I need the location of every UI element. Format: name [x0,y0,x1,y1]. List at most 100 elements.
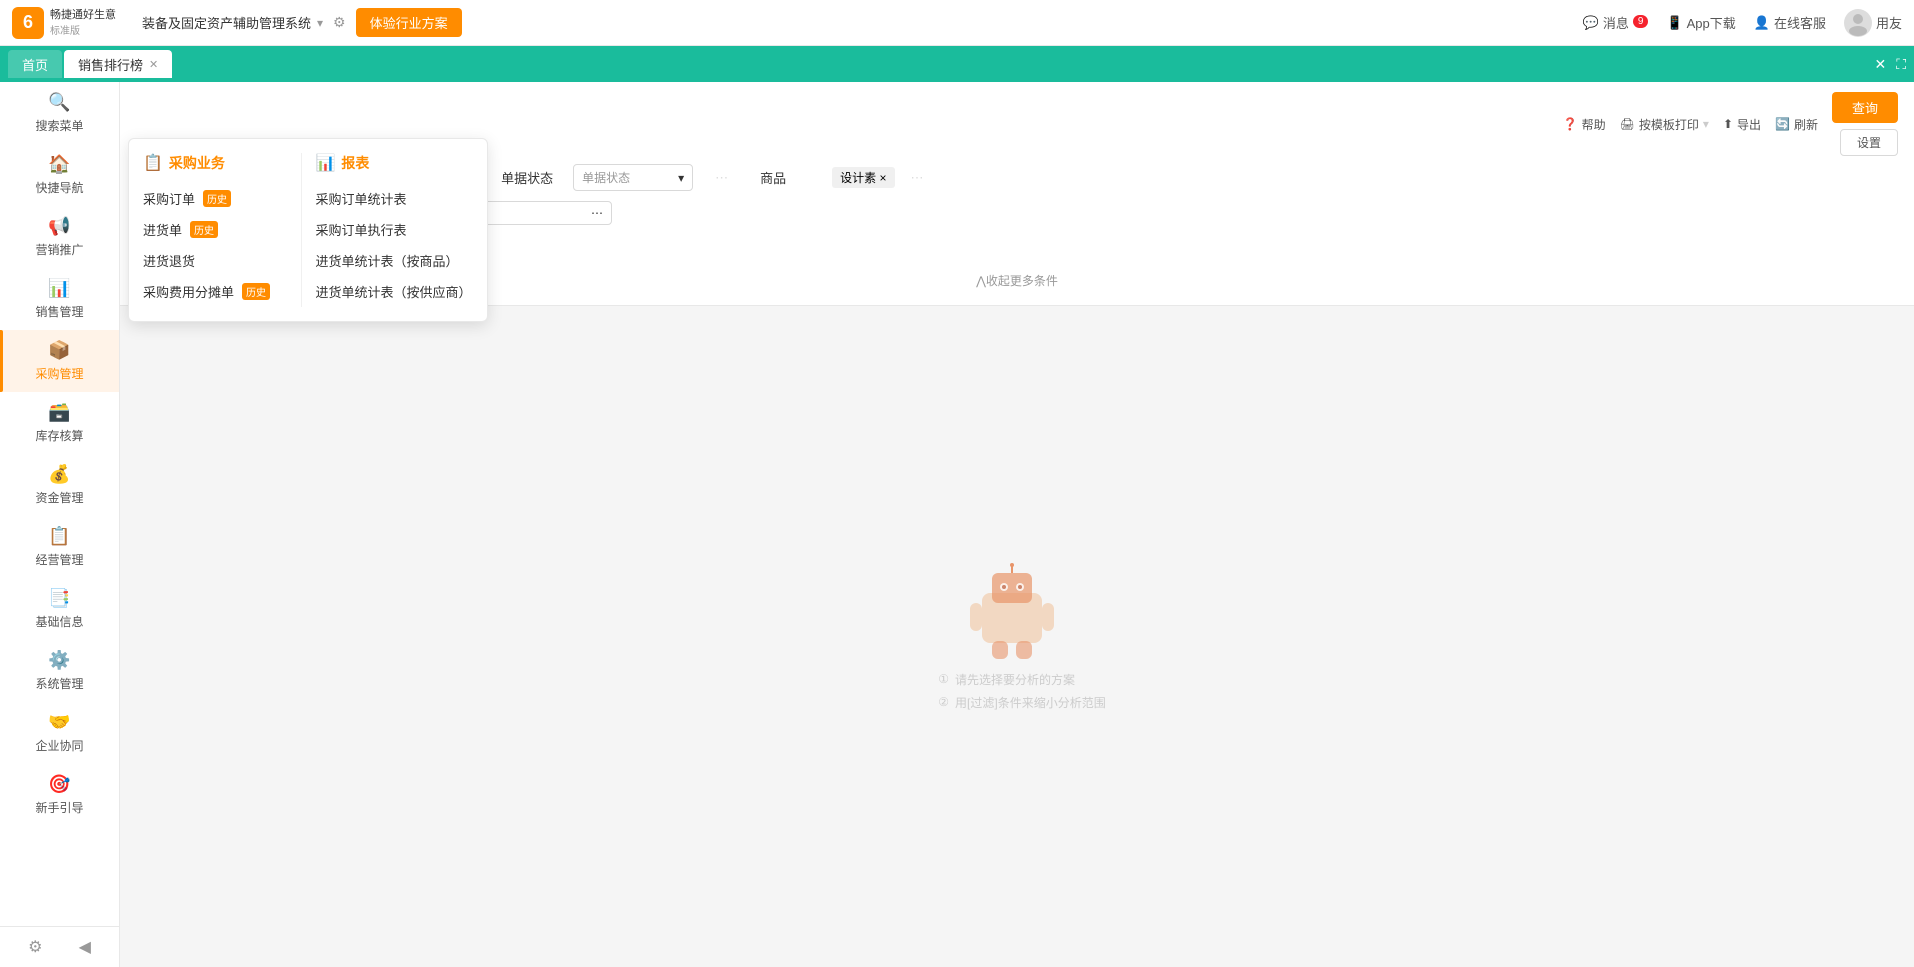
tab-sales-ranking[interactable]: 销售排行榜 ✕ [64,50,172,78]
dropdown-item-receipt-stat-product[interactable]: 进货单统计表（按商品） [316,245,474,276]
app-icon: 📱 [1666,15,1682,31]
notification-label: 消息 [1603,13,1629,32]
help-icon: ❓ [1563,117,1578,131]
service-icon: 👤 [1754,15,1770,31]
goods-tag-text: 设计素 × [840,169,886,186]
system-title-arrow[interactable]: ▾ [317,16,323,30]
doc-status-arrow: ▾ [678,171,684,185]
tab-expand-icon[interactable]: ⛶ [1896,56,1906,73]
goods-tag: 设计素 × [832,167,894,188]
sidebar-item-quick-nav[interactable]: 🏠 快捷导航 [0,144,119,206]
sidebar-item-system-mgmt[interactable]: ⚙️ 系统管理 [0,640,119,702]
notification-icon: 💬 [1583,15,1599,31]
empty-state: ① 请先选择要分析的方案 ② 用[过滤]条件来缩小分析范围 [120,306,1914,967]
dropdown-item-purchase-expense[interactable]: 采购费用分摊单 历史 [143,276,301,307]
online-service-item[interactable]: 👤 在线客服 [1754,13,1826,32]
dropdown-col-reports: 📊 报表 采购订单统计表 采购订单执行表 进货单统计表（按商品） 进货单统计表（… [301,153,474,307]
sidebar-bottom: ⚙ ◀ [0,926,119,967]
collapse-icon: ⋀ [976,274,986,288]
avatar [1844,9,1872,37]
refresh-label: 刷新 [1794,116,1818,133]
dropdown-item-receipt[interactable]: 进货单 历史 [143,214,301,245]
sidebar-item-basic-info[interactable]: 📑 基础信息 [0,578,119,640]
industry-btn[interactable]: 体验行业方案 [356,8,462,37]
dropdown-item-receipt-stat-supplier[interactable]: 进货单统计表（按供应商） [316,276,474,307]
app-download-item[interactable]: 📱 App下载 [1666,13,1735,32]
inventory-check-icon: 🗃️ [48,402,70,423]
receipt-label: 进货单 [143,220,182,239]
tab-sales-ranking-close[interactable]: ✕ [149,58,158,71]
set-btn[interactable]: 设置 [1840,129,1898,156]
operations-mgmt-label: 经营管理 [35,551,83,568]
search-menu-label: 搜索菜单 [35,117,83,134]
sidebar-item-fund-mgmt[interactable]: 💰 资金管理 [0,454,119,516]
sidebar: 🔍 搜索菜单 🏠 快捷导航 📢 营销推广 📊 销售管理 📦 采购管理 🗃️ 库存… [0,82,120,967]
tab-close-icon[interactable]: ✕ [1874,56,1886,73]
help-btn[interactable]: ❓ 帮助 [1563,116,1606,133]
logo-text-block: 畅捷通好生意 标准版 [50,8,116,37]
beginner-guide-icon: 🎯 [48,774,70,795]
purchase-expense-label: 采购费用分摊单 [143,282,234,301]
dropdown-item-purchase-order-stat[interactable]: 采购订单统计表 [316,183,474,214]
tab-home[interactable]: 首页 [8,50,62,78]
tab-bar: 首页 销售排行榜 ✕ ✕ ⛶ [0,46,1914,82]
dropdown-col-purchase: 📋 采购业务 采购订单 历史 进货单 历史 进货退货 采购费用分摊单 历史 [143,153,301,307]
fund-mgmt-label: 资金管理 [35,489,83,506]
tab-close-all: ✕ ⛶ [1874,56,1906,73]
empty-illustration [957,563,1077,663]
print-label: 按模板打印 [1639,116,1699,133]
purchase-order-exec-label: 采购订单执行表 [316,220,407,239]
system-settings-icon[interactable]: ⚙ [333,14,346,31]
empty-hint-2: ② 用[过滤]条件来缩小分析范围 [938,694,1105,711]
print-arrow: ▾ [1703,117,1709,131]
main-layout: 🔍 搜索菜单 🏠 快捷导航 📢 营销推广 📊 销售管理 📦 采购管理 🗃️ 库存… [0,82,1914,967]
logo-area: 6 畅捷通好生意 标准版 [12,7,132,39]
print-btn[interactable]: 🖨 按模板打印 ▾ [1620,116,1709,133]
query-btn[interactable]: 查询 [1832,92,1898,123]
tab-sales-ranking-label: 销售排行榜 [78,55,143,74]
sidebar-item-sales-mgmt[interactable]: 📊 销售管理 [0,268,119,330]
app-download-label: App下载 [1687,13,1736,32]
dropdown-menu: 📋 采购业务 采购订单 历史 进货单 历史 进货退货 采购费用分摊单 历史 [128,138,488,322]
sidebar-settings-icon[interactable]: ⚙ [28,937,42,957]
refresh-btn[interactable]: 🔄 刷新 [1775,116,1818,133]
dropdown-item-return-goods[interactable]: 进货退货 [143,245,301,276]
sidebar-item-search-menu[interactable]: 🔍 搜索菜单 [0,82,119,144]
notification-item[interactable]: 💬 消息 9 [1583,13,1649,32]
sidebar-item-operations-mgmt[interactable]: 📋 经营管理 [0,516,119,578]
inventory-check-label: 库存核算 [35,427,83,444]
export-btn[interactable]: ⬆ 导出 [1723,116,1761,133]
sidebar-item-beginner-guide[interactable]: 🎯 新手引导 [0,764,119,826]
return-goods-label: 进货退货 [143,251,195,270]
refresh-icon: 🔄 [1775,117,1790,131]
content-area: ❓ 帮助 🖨 按模板打印 ▾ ⬆ 导出 🔄 刷新 [120,82,1914,967]
dropdown-item-purchase-order[interactable]: 采购订单 历史 [143,183,301,214]
reports-section-label: 报表 [341,153,369,173]
sidebar-item-purchase-mgmt[interactable]: 📦 采购管理 [0,330,119,392]
empty-hints: ① 请先选择要分析的方案 ② 用[过滤]条件来缩小分析范围 [938,671,1105,711]
salesperson-arrow: ⋯ [591,206,603,220]
sales-mgmt-icon: 📊 [48,278,70,299]
doc-status-label: 单据状态 [501,168,561,187]
reports-section-icon: 📊 [316,153,336,173]
dropdown-item-purchase-order-exec[interactable]: 采购订单执行表 [316,214,474,245]
sidebar-item-enterprise-coop[interactable]: 🤝 企业协同 [0,702,119,764]
notification-badge: 9 [1633,15,1649,28]
collapse-label: 收起更多条件 [986,272,1058,289]
purchase-mgmt-icon: 📦 [48,340,70,361]
empty-robot-svg [957,563,1077,663]
export-icon: ⬆ [1723,117,1733,131]
help-label: 帮助 [1582,116,1606,133]
doc-status-select[interactable]: 单据状态 ▾ [573,164,693,191]
sidebar-item-inventory-check[interactable]: 🗃️ 库存核算 [0,392,119,454]
sales-mgmt-label: 销售管理 [35,303,83,320]
sidebar-active-indicator [0,330,3,392]
goods-label: 商品 [760,168,820,187]
purchase-order-label: 采购订单 [143,189,195,208]
enterprise-coop-label: 企业协同 [35,737,83,754]
user-item[interactable]: 用友 [1844,9,1902,37]
sidebar-collapse-icon[interactable]: ◀ [79,937,91,957]
purchase-section-title: 📋 采购业务 [143,153,301,173]
sidebar-item-marketing[interactable]: 📢 营销推广 [0,206,119,268]
doc-status-value: 单据状态 [582,169,674,186]
